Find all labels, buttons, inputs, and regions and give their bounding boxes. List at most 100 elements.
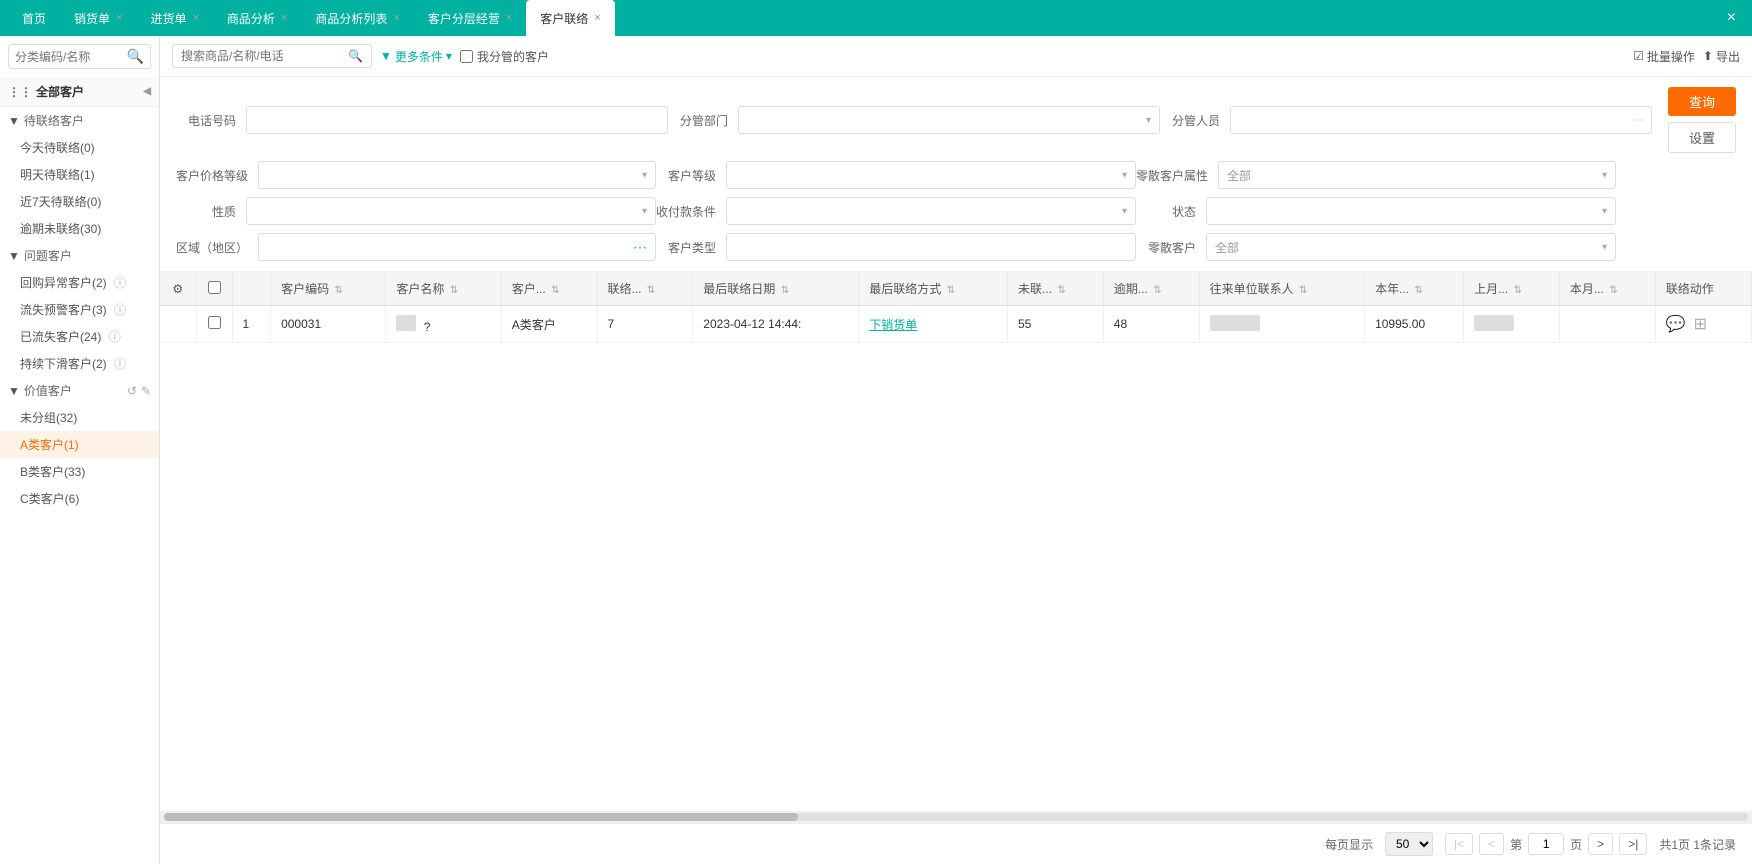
sidebar-item-unclassified[interactable]: 未分组(32) <box>0 404 159 431</box>
sidebar-search-container: 🔍 <box>8 44 151 69</box>
nav-product-list[interactable]: 商品分析列表 × <box>301 0 413 36</box>
nav-customer-tier[interactable]: 客户分层经营 × <box>414 0 526 36</box>
data-table: ⚙ 客户编码 ⇅ 客户名称 ⇅ <box>160 272 1752 343</box>
close-customer-tier-tab[interactable]: × <box>506 12 512 24</box>
th-last-date[interactable]: 最后联络日期 ⇅ <box>693 272 859 306</box>
th-this-year[interactable]: 本年... ⇅ <box>1365 272 1464 306</box>
customer-type-select[interactable] <box>726 233 1136 261</box>
filter-search-icon[interactable]: 🔍 <box>348 49 363 63</box>
customer-grade-label: 客户等级 <box>656 167 726 184</box>
filter-cell-retail-customer: 零散客户 全部 ▾ <box>1136 233 1616 261</box>
retail-attr-select[interactable]: 全部 ▾ <box>1218 161 1616 189</box>
horizontal-scrollbar[interactable] <box>160 811 1752 823</box>
export-button[interactable]: ⬆ 导出 <box>1703 48 1740 65</box>
th-unit-contact[interactable]: 往来单位联系人 ⇅ <box>1199 272 1364 306</box>
info-icon-3[interactable]: ⓘ <box>114 357 126 371</box>
th-last-month[interactable]: 上月... ⇅ <box>1464 272 1560 306</box>
sidebar-item-declining[interactable]: 持续下滑客户(2) ⓘ <box>0 350 159 377</box>
sidebar-search-input[interactable] <box>15 50 127 64</box>
dept-select[interactable]: ▾ <box>738 106 1160 134</box>
more-filter-button[interactable]: ▼ 更多条件 ▾ <box>380 48 452 65</box>
row-checkbox[interactable] <box>208 316 221 329</box>
last-method-link[interactable]: 下销货单 <box>869 318 917 332</box>
setting-button[interactable]: 设置 <box>1668 122 1736 153</box>
filter-search-input[interactable] <box>181 49 348 63</box>
th-last-method[interactable]: 最后联络方式 ⇅ <box>859 272 1008 306</box>
scrollbar-thumb[interactable] <box>164 813 798 821</box>
dept-chevron-icon: ▾ <box>1146 115 1151 126</box>
retail-customer-select[interactable]: 全部 ▾ <box>1206 233 1616 261</box>
region-dots-icon[interactable]: ⋯ <box>633 239 647 256</box>
th-type[interactable]: 客户... ⇅ <box>501 272 597 306</box>
sidebar-group-problem[interactable]: ▼ 问题客户 <box>0 242 159 269</box>
sidebar-group-pending[interactable]: ▼ 待联络客户 <box>0 107 159 134</box>
next-page-button[interactable]: > <box>1588 833 1613 855</box>
th-check <box>196 272 232 306</box>
sidebar-item-loss-warning[interactable]: 流失预警客户(3) ⓘ <box>0 296 159 323</box>
phone-input[interactable] <box>246 106 668 134</box>
close-product-analysis-tab[interactable]: × <box>281 12 287 24</box>
info-icon-1[interactable]: ⓘ <box>114 303 126 317</box>
prev-page-button[interactable]: < <box>1479 833 1504 855</box>
filter-search-container: 🔍 <box>172 44 372 68</box>
th-no-contact[interactable]: 未联... ⇅ <box>1008 272 1104 306</box>
last-page-button[interactable]: >| <box>1619 833 1647 855</box>
sidebar-item-lost[interactable]: 已流失客户(24) ⓘ <box>0 323 159 350</box>
customer-grade-select[interactable]: ▾ <box>726 161 1136 189</box>
my-customer-checkbox[interactable] <box>460 50 473 63</box>
export-icon: ⬆ <box>1703 49 1713 63</box>
nav-sales[interactable]: 销货单 × <box>60 0 136 36</box>
sidebar-all-customers[interactable]: ⋮⋮ 全部客户 ◀ <box>0 77 159 107</box>
info-icon-2[interactable]: ⓘ <box>109 330 121 344</box>
sidebar: 🔍 ⋮⋮ 全部客户 ◀ ▼ 待联络客户 今天待联络(0) 明天待联络(1) 近7… <box>0 36 160 864</box>
th-gear[interactable]: ⚙ <box>160 272 196 306</box>
select-all-checkbox[interactable] <box>208 281 221 294</box>
close-customer-contact-tab[interactable]: × <box>594 12 600 24</box>
nav-customer-contact[interactable]: 客户联络 × <box>526 0 614 36</box>
info-icon-0[interactable]: ⓘ <box>114 276 126 290</box>
filter-actions: 查询 设置 <box>1668 87 1736 153</box>
sidebar-item-today[interactable]: 今天待联络(0) <box>0 134 159 161</box>
edit-icon[interactable]: ✎ <box>141 384 151 398</box>
close-sales-tab[interactable]: × <box>116 12 122 24</box>
message-icon[interactable]: 💬 <box>1666 314 1686 334</box>
price-grade-select[interactable]: ▾ <box>258 161 656 189</box>
nav-product-analysis[interactable]: 商品分析 × <box>213 0 301 36</box>
manager-select[interactable]: ⋯ <box>1230 106 1652 134</box>
per-page-select[interactable]: 50 <box>1385 832 1433 856</box>
sidebar-item-c-class[interactable]: C类客户(6) <box>0 485 159 512</box>
th-this-month[interactable]: 本月... ⇅ <box>1559 272 1655 306</box>
sidebar-item-overdue[interactable]: 逾期未联络(30) <box>0 215 159 242</box>
close-product-list-tab[interactable]: × <box>393 12 399 24</box>
nav-purchase[interactable]: 进货单 × <box>136 0 212 36</box>
per-page-label: 每页显示 <box>1325 836 1373 853</box>
payment-select[interactable]: ▾ <box>726 197 1136 225</box>
sort-name-icon: ⇅ <box>450 285 458 296</box>
sidebar-item-7days[interactable]: 近7天待联络(0) <box>0 188 159 215</box>
region-select[interactable]: ⋯ <box>258 233 656 261</box>
dots-icon: ⋮⋮ <box>8 85 32 99</box>
sidebar-item-tomorrow[interactable]: 明天待联络(1) <box>0 161 159 188</box>
sidebar-search-icon[interactable]: 🔍 <box>127 48 144 65</box>
th-contact[interactable]: 联络... ⇅ <box>597 272 693 306</box>
th-name[interactable]: 客户名称 ⇅ <box>386 272 501 306</box>
status-select[interactable]: ▾ <box>1206 197 1616 225</box>
global-close-button[interactable]: × <box>1719 9 1744 27</box>
th-overdue[interactable]: 逾期... ⇅ <box>1103 272 1199 306</box>
refresh-icon[interactable]: ↺ <box>127 384 137 398</box>
first-page-button[interactable]: |< <box>1445 833 1473 855</box>
qr-icon[interactable]: ⊞ <box>1694 314 1707 334</box>
batch-operation-button[interactable]: ☑ 批量操作 <box>1633 48 1695 65</box>
query-button[interactable]: 查询 <box>1668 87 1736 116</box>
nav-home[interactable]: 首页 <box>8 0 60 36</box>
nature-select[interactable]: ▾ <box>246 197 656 225</box>
retail-customer-label: 零散客户 <box>1136 239 1206 256</box>
th-code[interactable]: 客户编码 ⇅ <box>271 272 386 306</box>
sidebar-group-value[interactable]: ▼ 价值客户 ↺ ✎ <box>0 377 159 404</box>
collapse-icon[interactable]: ◀ <box>143 86 151 97</box>
close-purchase-tab[interactable]: × <box>192 12 198 24</box>
sidebar-item-a-class[interactable]: A类客户(1) <box>0 431 159 458</box>
sidebar-item-b-class[interactable]: B类客户(33) <box>0 458 159 485</box>
sidebar-item-repurchase-abnormal[interactable]: 回购异常客户(2) ⓘ <box>0 269 159 296</box>
page-number-input[interactable] <box>1528 833 1564 855</box>
